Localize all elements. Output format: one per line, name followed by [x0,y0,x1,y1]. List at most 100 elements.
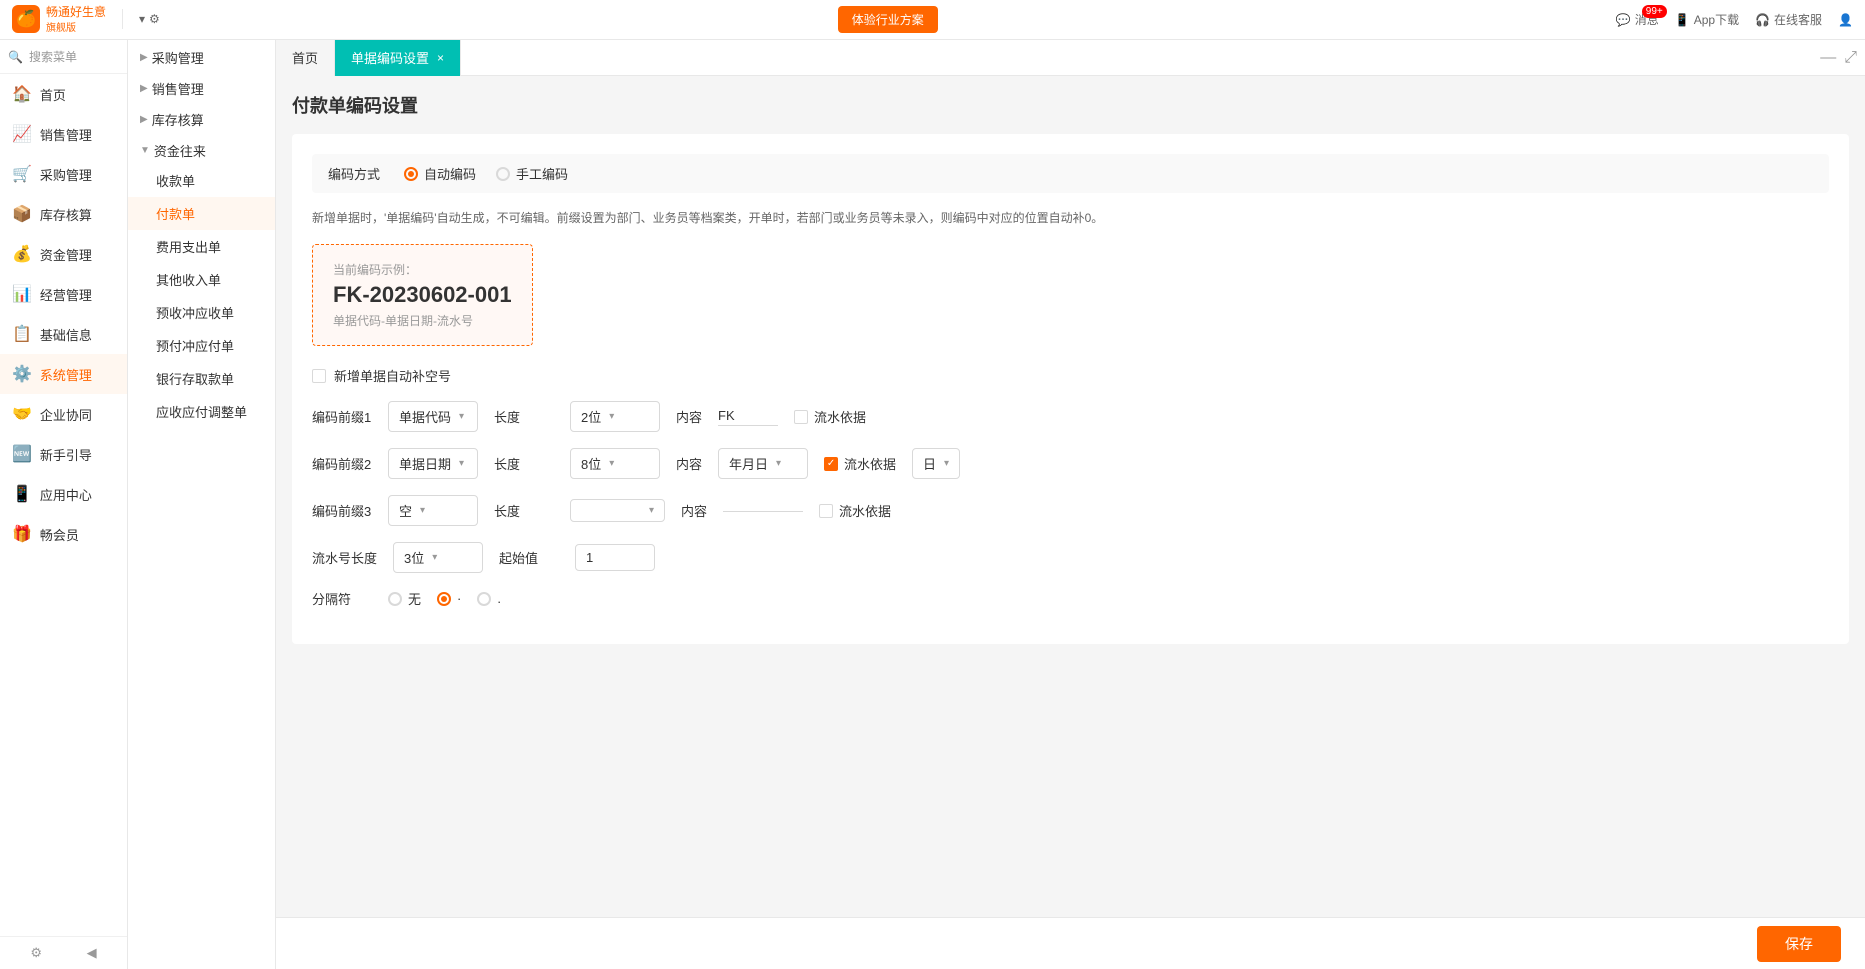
message-button[interactable]: 💬 消息 99+ [1616,11,1659,28]
settings-icon[interactable]: ⚙ [149,12,160,26]
tab-minimize-icon[interactable]: — [1820,49,1836,67]
group-sales-label: 销售管理 [152,79,204,98]
group-inventory[interactable]: ▶ 库存核算 [128,102,275,133]
sub-item-adjust[interactable]: 应收应付调整单 [128,395,275,428]
radio-auto-encode[interactable]: 自动编码 [404,164,476,183]
sub-item-receipt[interactable]: 收款单 [128,164,275,197]
prefix1-serial-checkbox[interactable]: 流水依据 [794,407,866,426]
prefix2-content-select[interactable]: 年月日 ▾ [718,448,808,479]
sub-label-bank: 银行存取款单 [156,372,234,387]
sidebar-label-newbie: 新手引导 [40,445,92,464]
sub-item-expense[interactable]: 费用支出单 [128,230,275,263]
page-content: 付款单编码设置 编码方式 自动编码 手工编码 [276,76,1865,969]
purchase-icon: 🛒 [12,164,32,184]
sidebar-item-home[interactable]: 🏠 首页 [0,74,127,114]
sidebar-item-vip[interactable]: 🎁 畅会员 [0,514,127,554]
prefix2-label: 编码前缀2 [312,454,372,473]
sub-item-bank[interactable]: 银行存取款单 [128,362,275,395]
home-icon: 🏠 [12,84,32,104]
prefix2-serial-box: ✓ [824,457,838,471]
prefix3-value: 空 [399,501,412,520]
experience-button[interactable]: 体验行业方案 [838,6,938,33]
logo-sub: 旗舰版 [46,19,106,34]
prefix2-length-select[interactable]: 8位 ▾ [570,448,660,479]
app-download-button[interactable]: 📱 App下载 [1675,11,1739,28]
radio-auto-dot [408,171,414,177]
sidebar-item-system[interactable]: ⚙️ 系统管理 [0,354,127,394]
sub-item-prepay-pay[interactable]: 预付冲应付单 [128,329,275,362]
main-content: 首页 单据编码设置 × — ⤢ 付款单编码设置 编码方式 自动编码 [276,40,1865,969]
sidebar-item-business[interactable]: 📊 经营管理 [0,274,127,314]
group-sales[interactable]: ▶ 销售管理 [128,71,275,102]
topbar-nav[interactable]: ▾ ⚙ [139,12,160,26]
prefix3-serial-checkbox[interactable]: 流水依据 [819,501,891,520]
sidebar-item-purchase[interactable]: 🛒 采购管理 [0,154,127,194]
tab-active[interactable]: 单据编码设置 × [335,40,461,76]
prefix1-value: 单据代码 [399,407,451,426]
sidebar-label-business: 经营管理 [40,285,92,304]
group-capital[interactable]: ▼ 资金往来 [128,133,275,164]
nav-dropdown-icon[interactable]: ▾ [139,12,145,26]
sub-item-prepaid-recv[interactable]: 预收冲应收单 [128,296,275,329]
tab-close-button[interactable]: × [437,51,444,65]
prefix1-row: 编码前缀1 单据代码 ▾ 长度 2位 ▾ 内容 FK 流水依据 [312,401,1829,432]
prefix2-length-label: 长度 [494,454,554,473]
service-icon: 🎧 [1755,13,1770,27]
start-value-input[interactable] [575,544,655,571]
prefix1-length-select[interactable]: 2位 ▾ [570,401,660,432]
logo-icon: 🍊 [12,5,40,33]
serial-row: 流水号长度 3位 ▾ 起始值 [312,542,1829,573]
prefix3-row: 编码前缀3 空 ▾ 长度 ▾ 内容 流水依据 [312,495,1829,526]
sep-none-radio[interactable]: 无 [388,589,421,608]
user-avatar[interactable]: 👤 [1838,13,1853,27]
prefix3-length-select[interactable]: ▾ [570,499,665,522]
prefix1-serial-box [794,410,808,424]
sidebar-item-enterprise[interactable]: 🤝 企业协同 [0,394,127,434]
sidebar-label-vip: 畅会员 [40,525,79,544]
prefix1-label: 编码前缀1 [312,407,372,426]
tab-maximize-icon[interactable]: ⤢ [1844,49,1857,67]
sep-dot-radio[interactable]: · [437,591,461,606]
sub-label-other-income: 其他收入单 [156,273,221,288]
sep-none-label: 无 [408,589,421,608]
prefix2-day-select[interactable]: 日 ▾ [912,448,960,479]
sidebar-label-purchase: 采购管理 [40,165,92,184]
sidebar-item-basic[interactable]: 📋 基础信息 [0,314,127,354]
sub-item-other-income[interactable]: 其他收入单 [128,263,275,296]
online-service-button[interactable]: 🎧 在线客服 [1755,11,1822,28]
prefix3-select[interactable]: 空 ▾ [388,495,478,526]
sidebar-label-apps: 应用中心 [40,485,92,504]
collapse-icon[interactable]: ◀ [87,945,97,961]
tab-active-label: 单据编码设置 [351,48,429,67]
sub-label-expense: 费用支出单 [156,240,221,255]
expand-capital-icon: ▼ [140,145,150,156]
prefix2-serial-checkbox[interactable]: ✓ 流水依据 [824,454,896,473]
save-button[interactable]: 保存 [1757,926,1841,962]
group-purchase[interactable]: ▶ 采购管理 [128,40,275,71]
sidebar-item-finance[interactable]: 💰 资金管理 [0,234,127,274]
sep-dash-radio[interactable]: . [477,591,501,606]
sidebar-search[interactable]: 🔍 搜索菜单 [0,40,127,74]
sidebar-item-newbie[interactable]: 🆕 新手引导 [0,434,127,474]
sidebar-item-inventory[interactable]: 📦 库存核算 [0,194,127,234]
sub-item-payment[interactable]: 付款单 [128,197,275,230]
settings-bottom-icon[interactable]: ⚙ [30,945,42,961]
tab-home[interactable]: 首页 [276,40,335,76]
app-logo: 🍊 畅通好生意 旗舰版 [12,5,106,34]
serial-length-select[interactable]: 3位 ▾ [393,542,483,573]
radio-manual-encode[interactable]: 手工编码 [496,164,568,183]
prefix1-select[interactable]: 单据代码 ▾ [388,401,478,432]
sidebar-item-apps[interactable]: 📱 应用中心 [0,474,127,514]
sidebar: 🔍 搜索菜单 🏠 首页 📈 销售管理 🛒 采购管理 📦 库存核算 💰 资金管理 … [0,40,128,969]
sidebar-item-sales[interactable]: 📈 销售管理 [0,114,127,154]
topbar-center: 体验行业方案 [838,6,938,33]
apps-icon: 📱 [12,484,32,504]
inventory-icon: 📦 [12,204,32,224]
prefix2-content-label: 内容 [676,454,702,473]
logo-text: 畅通好生意 [46,5,106,19]
auto-fill-row: 新增单据自动补空号 [312,366,1829,385]
prefix3-serial-label: 流水依据 [839,501,891,520]
auto-fill-checkbox[interactable] [312,369,326,383]
prefix2-arrow-icon: ▾ [459,458,464,469]
prefix2-select[interactable]: 单据日期 ▾ [388,448,478,479]
